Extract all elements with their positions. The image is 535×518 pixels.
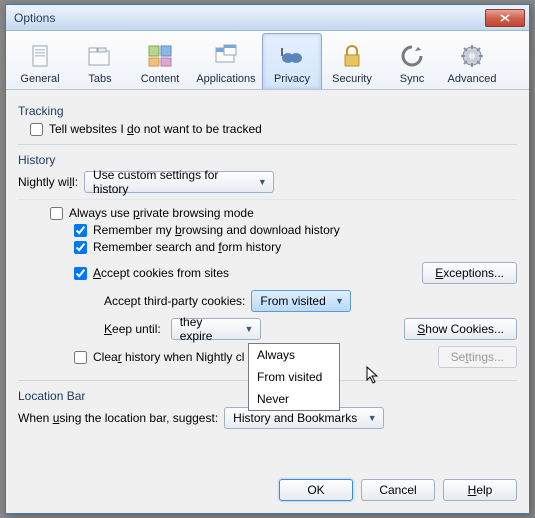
tab-general-label: General xyxy=(20,73,59,85)
tab-applications[interactable]: Applications xyxy=(190,33,262,89)
accept-cookies-checkbox[interactable] xyxy=(74,267,87,280)
clear-history-label: Clear history when Nightly cl xyxy=(93,350,244,364)
location-bar-label: When using the location bar, suggest: xyxy=(18,411,218,425)
sync-icon xyxy=(399,43,425,69)
titlebar: Options xyxy=(6,5,529,31)
tab-tabs-label: Tabs xyxy=(88,73,111,85)
third-party-option-visited[interactable]: From visited xyxy=(249,366,339,388)
cancel-button[interactable]: Cancel xyxy=(361,479,435,501)
help-button[interactable]: Help xyxy=(443,479,517,501)
third-party-dropdown[interactable]: From visited ▼ xyxy=(251,290,351,312)
cursor-icon xyxy=(366,366,382,386)
tab-advanced[interactable]: Advanced xyxy=(442,33,502,89)
close-button[interactable] xyxy=(485,9,525,27)
chevron-down-icon: ▼ xyxy=(332,296,346,306)
third-party-option-always[interactable]: Always xyxy=(249,344,339,366)
dialog-button-bar: OK Cancel Help xyxy=(6,471,529,513)
keep-until-dropdown[interactable]: they expire ▼ xyxy=(171,318,261,340)
tab-content-label: Content xyxy=(141,73,180,85)
clear-history-checkbox[interactable] xyxy=(74,351,87,364)
tab-applications-label: Applications xyxy=(196,73,255,85)
third-party-menu: Always From visited Never xyxy=(248,343,340,411)
remember-browsing-label: Remember my browsing and download histor… xyxy=(93,223,340,237)
keep-until-value: they expire xyxy=(180,315,237,343)
always-private-label: Always use private browsing mode xyxy=(69,206,254,220)
chevron-down-icon: ▼ xyxy=(256,177,269,187)
tracking-heading: Tracking xyxy=(18,104,517,118)
show-cookies-button[interactable]: Show Cookies... xyxy=(404,318,517,340)
content-icon xyxy=(147,43,173,69)
exceptions-button[interactable]: Exceptions... xyxy=(422,262,517,284)
third-party-label: Accept third-party cookies: xyxy=(104,294,245,308)
tabs-icon xyxy=(87,43,113,69)
settings-button[interactable]: Settings... xyxy=(438,346,517,368)
tab-general[interactable]: General xyxy=(10,33,70,89)
remember-search-label: Remember search and form history xyxy=(93,240,281,254)
chevron-down-icon: ▼ xyxy=(365,413,379,423)
third-party-option-never[interactable]: Never xyxy=(249,388,339,410)
remember-search-checkbox[interactable] xyxy=(74,241,87,254)
tab-privacy-label: Privacy xyxy=(274,73,310,85)
privacy-icon xyxy=(279,43,305,69)
nightly-will-label: Nightly will: xyxy=(18,175,78,189)
window-title: Options xyxy=(14,11,485,25)
advanced-icon xyxy=(459,43,485,69)
third-party-value: From visited xyxy=(260,294,325,308)
content-area: Tracking Tell websites I do not want to … xyxy=(6,90,529,471)
security-icon xyxy=(339,43,365,69)
do-not-track-checkbox[interactable] xyxy=(30,123,43,136)
tab-sync[interactable]: Sync xyxy=(382,33,442,89)
tab-content[interactable]: Content xyxy=(130,33,190,89)
location-bar-value: History and Bookmarks xyxy=(233,411,357,425)
tab-sync-label: Sync xyxy=(400,73,424,85)
options-window: Options General Tabs Content Application… xyxy=(5,4,530,514)
tab-tabs[interactable]: Tabs xyxy=(70,33,130,89)
tab-advanced-label: Advanced xyxy=(448,73,497,85)
tab-privacy[interactable]: Privacy xyxy=(262,33,322,89)
always-private-checkbox[interactable] xyxy=(50,207,63,220)
category-toolbar: General Tabs Content Applications Privac… xyxy=(6,31,529,90)
remember-browsing-checkbox[interactable] xyxy=(74,224,87,237)
tab-security[interactable]: Security xyxy=(322,33,382,89)
keep-until-label: Keep until: xyxy=(104,322,161,336)
history-heading: History xyxy=(18,153,517,167)
close-icon xyxy=(500,14,510,22)
ok-button[interactable]: OK xyxy=(279,479,353,501)
applications-icon xyxy=(213,43,239,69)
accept-cookies-label: Accept cookies from sites xyxy=(93,266,229,280)
chevron-down-icon: ▼ xyxy=(242,324,255,334)
tab-security-label: Security xyxy=(332,73,372,85)
general-icon xyxy=(27,43,53,69)
do-not-track-label: Tell websites I do not want to be tracke… xyxy=(49,122,262,136)
nightly-will-value: Use custom settings for history xyxy=(93,168,250,196)
nightly-will-dropdown[interactable]: Use custom settings for history ▼ xyxy=(84,171,274,193)
